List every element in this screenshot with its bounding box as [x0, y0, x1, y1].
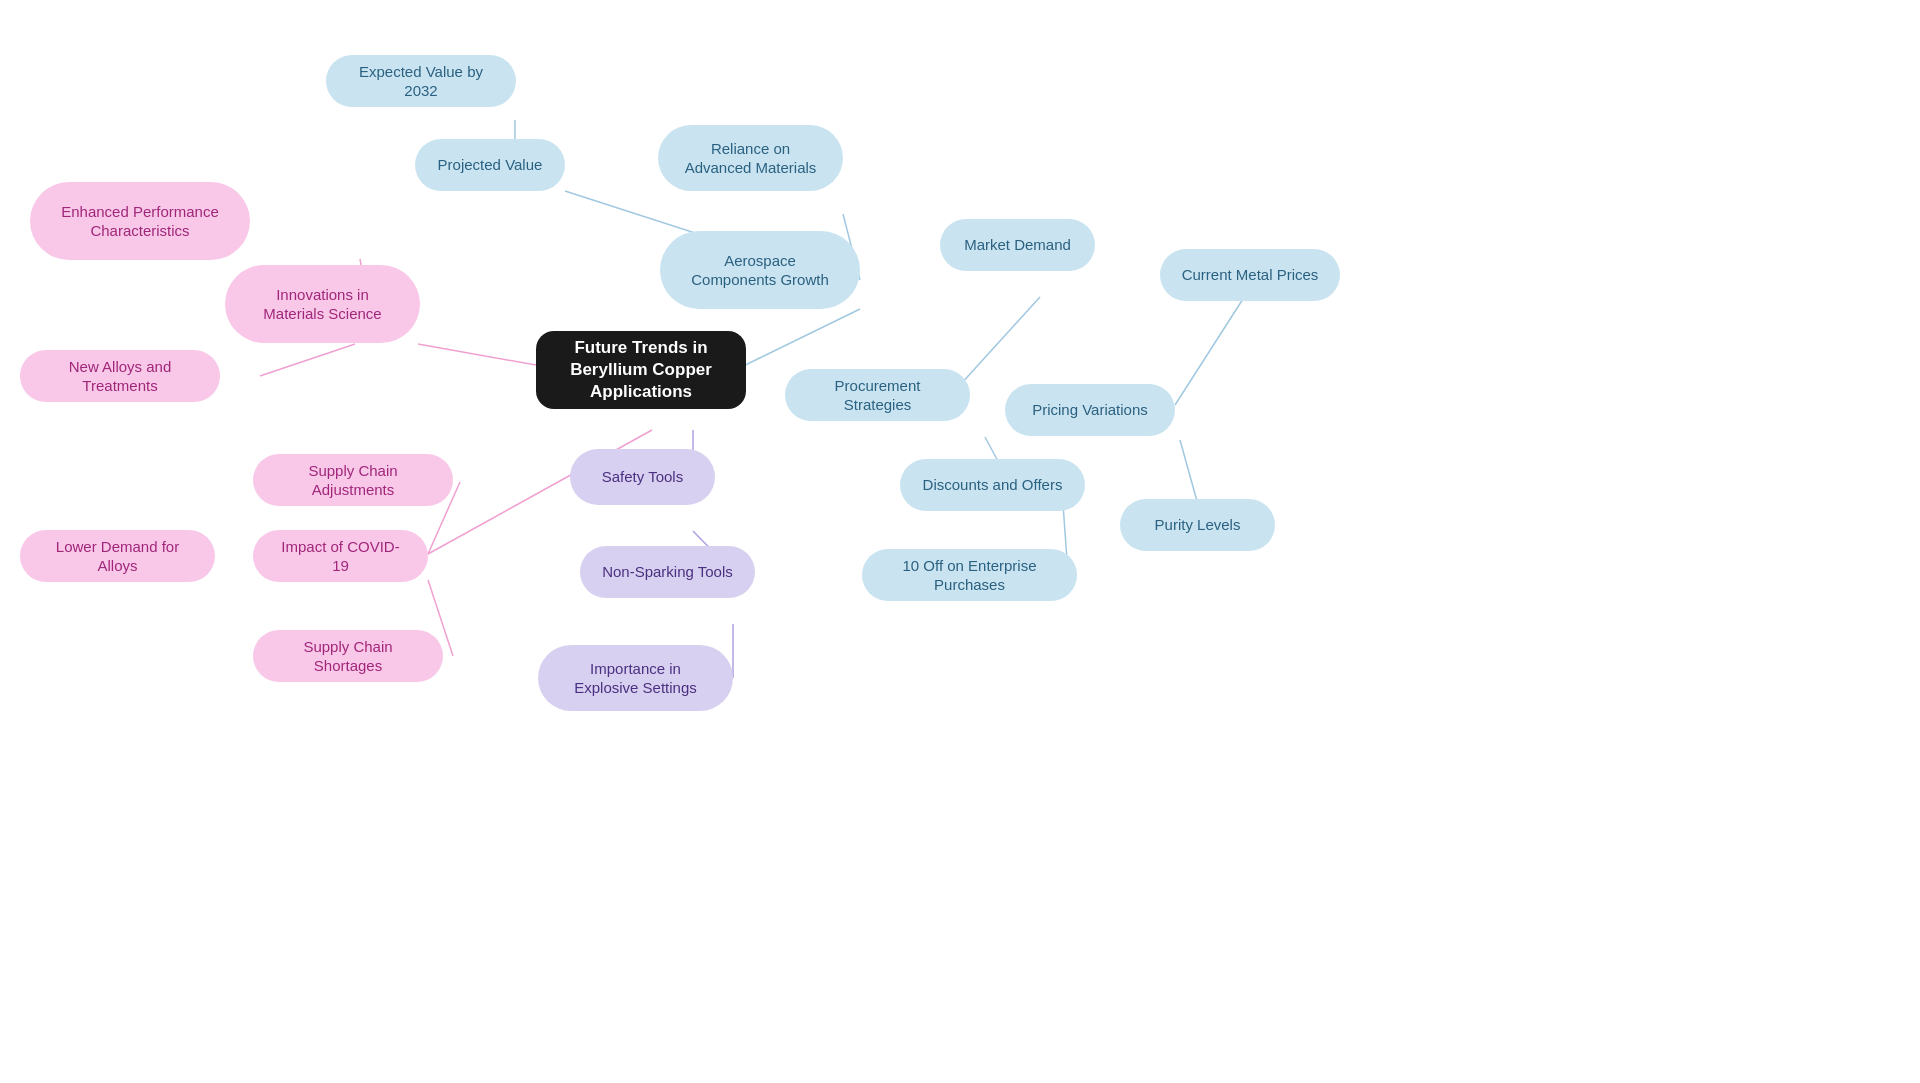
safety-tools-node: Safety Tools	[570, 449, 715, 505]
supply-shortages-node: Supply Chain Shortages	[253, 630, 443, 682]
non-sparking-node: Non-Sparking Tools	[580, 546, 755, 598]
pricing-node: Pricing Variations	[1005, 384, 1175, 436]
enhanced-node: Enhanced Performance Characteristics	[30, 182, 250, 260]
reliance-node: Reliance on Advanced Materials	[658, 125, 843, 191]
market-demand-node: Market Demand	[940, 219, 1095, 271]
new-alloys-node: New Alloys and Treatments	[20, 350, 220, 402]
procurement-node: Procurement Strategies	[785, 369, 970, 421]
importance-node: Importance in Explosive Settings	[538, 645, 733, 711]
discounts-node: Discounts and Offers	[900, 459, 1085, 511]
svg-line-12	[960, 297, 1040, 385]
purity-node: Purity Levels	[1120, 499, 1275, 551]
svg-line-13	[1175, 288, 1250, 405]
aerospace-node: Aerospace Components Growth	[660, 231, 860, 309]
svg-line-9	[260, 344, 355, 376]
expected-value-node: Expected Value by 2032	[326, 55, 516, 107]
projected-value-node: Projected Value	[415, 139, 565, 191]
center-node: Future Trends in Beryllium Copper Applic…	[536, 331, 746, 409]
enterprise-node: 10 Off on Enterprise Purchases	[862, 549, 1077, 601]
innovations-node: Innovations in Materials Science	[225, 265, 420, 343]
current-metal-node: Current Metal Prices	[1160, 249, 1340, 301]
supply-chain-adj-node: Supply Chain Adjustments	[253, 454, 453, 506]
impact-covid-node: Impact of COVID-19	[253, 530, 428, 582]
lower-demand-node: Lower Demand for Alloys	[20, 530, 215, 582]
